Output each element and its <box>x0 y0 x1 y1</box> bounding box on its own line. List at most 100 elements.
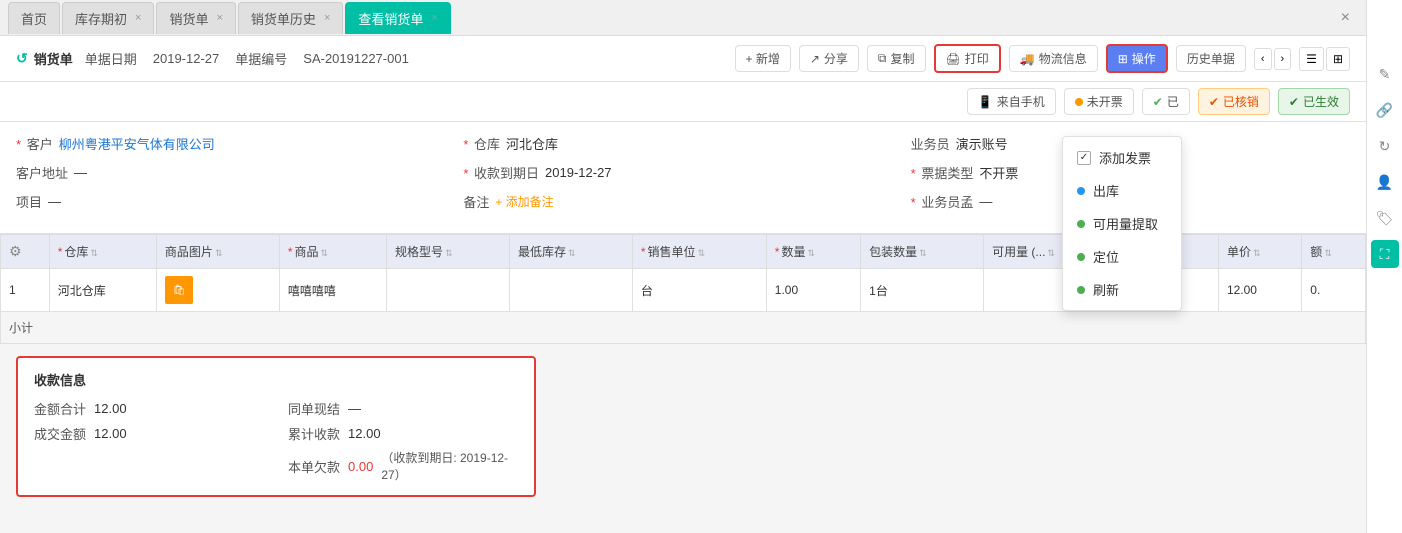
dropdown-available-qty[interactable]: 可用量提取 <box>1063 207 1181 240</box>
salesman-label: * 业务员孟 <box>911 192 974 211</box>
sidebar-rotate-icon[interactable]: ↻ <box>1371 132 1399 160</box>
operations-label: 操作 <box>1132 50 1156 67</box>
deal-amount-row: 成交金额 12.00 <box>34 424 264 443</box>
address-field: 客户地址 — <box>16 163 455 182</box>
share-icon: ↗ <box>810 52 820 66</box>
row-unit-price: 12.00 <box>1218 269 1301 312</box>
out-warehouse-dot <box>1077 187 1085 195</box>
doc-title-text: 销货单 <box>34 49 73 68</box>
next-button[interactable]: › <box>1274 48 1292 70</box>
available-qty-dot <box>1077 220 1085 228</box>
cancelled-icon: ✔ <box>1209 95 1219 109</box>
due-date-required: * <box>463 166 468 181</box>
sidebar-tag-icon[interactable]: 🏷 <box>1371 204 1399 232</box>
new-button[interactable]: + 新增 <box>735 45 791 72</box>
tab-view-close[interactable]: × <box>431 12 437 24</box>
tab-sales-close[interactable]: × <box>216 12 222 24</box>
cancelled-label: 已核销 <box>1223 93 1259 110</box>
gear-icon: ⚙ <box>9 243 22 259</box>
row-warehouse: 河北仓库 <box>49 269 156 312</box>
tab-inventory[interactable]: 库存期初 × <box>62 2 154 34</box>
logistics-button[interactable]: 🚚 物流信息 <box>1009 45 1098 72</box>
doc-actions: + 新增 ↗ 分享 ⧉ 复制 🖨 打印 🚚 物流信息 ⊞ 操作 历史单据 <box>735 44 1351 73</box>
project-value: — <box>48 194 61 209</box>
ticket-type-value: 不开票 <box>979 163 1018 182</box>
locate-dot <box>1077 253 1085 261</box>
warehouse-required: * <box>463 137 468 152</box>
tab-home[interactable]: 首页 <box>8 2 60 34</box>
cumulative-label: 累计收款 <box>288 424 340 443</box>
dropdown-out-warehouse[interactable]: 出库 <box>1063 174 1181 207</box>
same-order-value: — <box>348 401 361 416</box>
sidebar-edit-icon[interactable]: ✎ <box>1371 60 1399 88</box>
not-open-button[interactable]: 未开票 <box>1064 88 1134 115</box>
tab-bar: 首页 库存期初 × 销货单 × 销货单历史 × 查看销货单 × × <box>0 0 1366 36</box>
payment-title: 收款信息 <box>34 370 518 389</box>
sidebar-link-icon[interactable]: 🔗 <box>1371 96 1399 124</box>
history-button[interactable]: 历史单据 <box>1176 45 1246 72</box>
col-settings[interactable]: ⚙ <box>1 235 50 269</box>
salesman-required: * <box>911 195 916 210</box>
dropdown-locate[interactable]: 定位 <box>1063 240 1181 273</box>
list-view-button[interactable]: ☰ <box>1299 47 1324 71</box>
tab-sales[interactable]: 销货单 × <box>156 2 235 34</box>
effective-badge: ✔ 已生效 <box>1278 88 1350 115</box>
toolbar2: 📱 来自手机 未开票 ✔ 已 ✔ 已核销 ✔ 已生效 <box>0 82 1366 122</box>
operations-dropdown: ✓ 添加发票 出库 可用量提取 定位 刷新 <box>1062 136 1182 311</box>
tab-history-close[interactable]: × <box>324 12 330 24</box>
right-sidebar: ✎ 🔗 ↻ 👤 🏷 ⛶ <box>1366 0 1402 533</box>
doc-icon: ↺ <box>16 50 28 67</box>
add-note-button[interactable]: + 添加备注 <box>495 193 553 210</box>
row-no: 1 <box>1 269 50 312</box>
window-close-button[interactable]: × <box>1333 9 1358 27</box>
grid-view-button[interactable]: ⊞ <box>1326 47 1350 71</box>
share-button[interactable]: ↗ 分享 <box>799 45 859 72</box>
col-product: *商品⇅ <box>279 235 386 269</box>
doc-no-label: 单据编号 <box>235 49 287 68</box>
operations-button[interactable]: ⊞ 操作 <box>1106 44 1168 73</box>
check-icon-btn[interactable]: ✔ 已 <box>1142 88 1190 115</box>
prev-button[interactable]: ‹ <box>1254 48 1272 70</box>
col-pack-qty: 包装数量⇅ <box>861 235 984 269</box>
col-min-stock: 最低库存⇅ <box>509 235 632 269</box>
project-label: 项目 <box>16 192 42 211</box>
sidebar-expand-icon[interactable]: ⛶ <box>1371 240 1399 268</box>
not-open-label: 未开票 <box>1087 93 1123 110</box>
sidebar-user-icon[interactable]: 👤 <box>1371 168 1399 196</box>
add-invoice-label: 添加发票 <box>1099 148 1151 167</box>
customer-label: * 客户 <box>16 134 53 153</box>
warehouse-field: * 仓库 河北仓库 <box>463 134 902 153</box>
col-quantity: *数量⇅ <box>766 235 860 269</box>
tab-view[interactable]: 查看销货单 × <box>345 2 450 34</box>
same-order-label: 同单现结 <box>288 399 340 418</box>
dropdown-refresh[interactable]: 刷新 <box>1063 273 1181 306</box>
locate-label: 定位 <box>1093 247 1119 266</box>
total-amount-value: 12.00 <box>94 401 127 416</box>
operations-icon: ⊞ <box>1118 52 1128 66</box>
customer-value[interactable]: 柳州粤港平安气体有限公司 <box>59 134 215 153</box>
same-order-row: 同单现结 — <box>288 399 518 418</box>
overdue-label: 本单欠款 <box>288 457 340 476</box>
print-button[interactable]: 🖨 打印 <box>934 44 1001 73</box>
print-label: 打印 <box>965 50 989 67</box>
effective-label: 已生效 <box>1303 93 1339 110</box>
row-image: 🛍 <box>156 269 279 312</box>
tab-inventory-label: 库存期初 <box>75 9 127 28</box>
cumulative-value: 12.00 <box>348 426 381 441</box>
col-spec: 规格型号⇅ <box>387 235 510 269</box>
due-date-field: * 收款到期日 2019-12-27 <box>463 163 902 182</box>
from-phone-button[interactable]: 📱 来自手机 <box>967 88 1056 115</box>
total-amount-row: 金额合计 12.00 <box>34 399 264 418</box>
check-icon: ✔ <box>1153 95 1163 109</box>
dropdown-add-invoice[interactable]: ✓ 添加发票 <box>1063 141 1181 174</box>
copy-label: 复制 <box>891 50 915 67</box>
payment-section: 收款信息 金额合计 12.00 同单现结 — 成交金额 12.00 累计收款 1… <box>16 356 536 497</box>
tab-inventory-close[interactable]: × <box>135 12 141 24</box>
ticket-required: * <box>911 166 916 181</box>
overdue-row: 本单欠款 0.00 （收款到期日: 2019-12-27） <box>288 449 518 483</box>
tab-history[interactable]: 销货单历史 × <box>238 2 343 34</box>
refresh-dot <box>1077 286 1085 294</box>
add-invoice-checkbox: ✓ <box>1077 151 1091 165</box>
subtotal-label: 小计 <box>1 312 1366 344</box>
copy-button[interactable]: ⧉ 复制 <box>867 45 926 72</box>
